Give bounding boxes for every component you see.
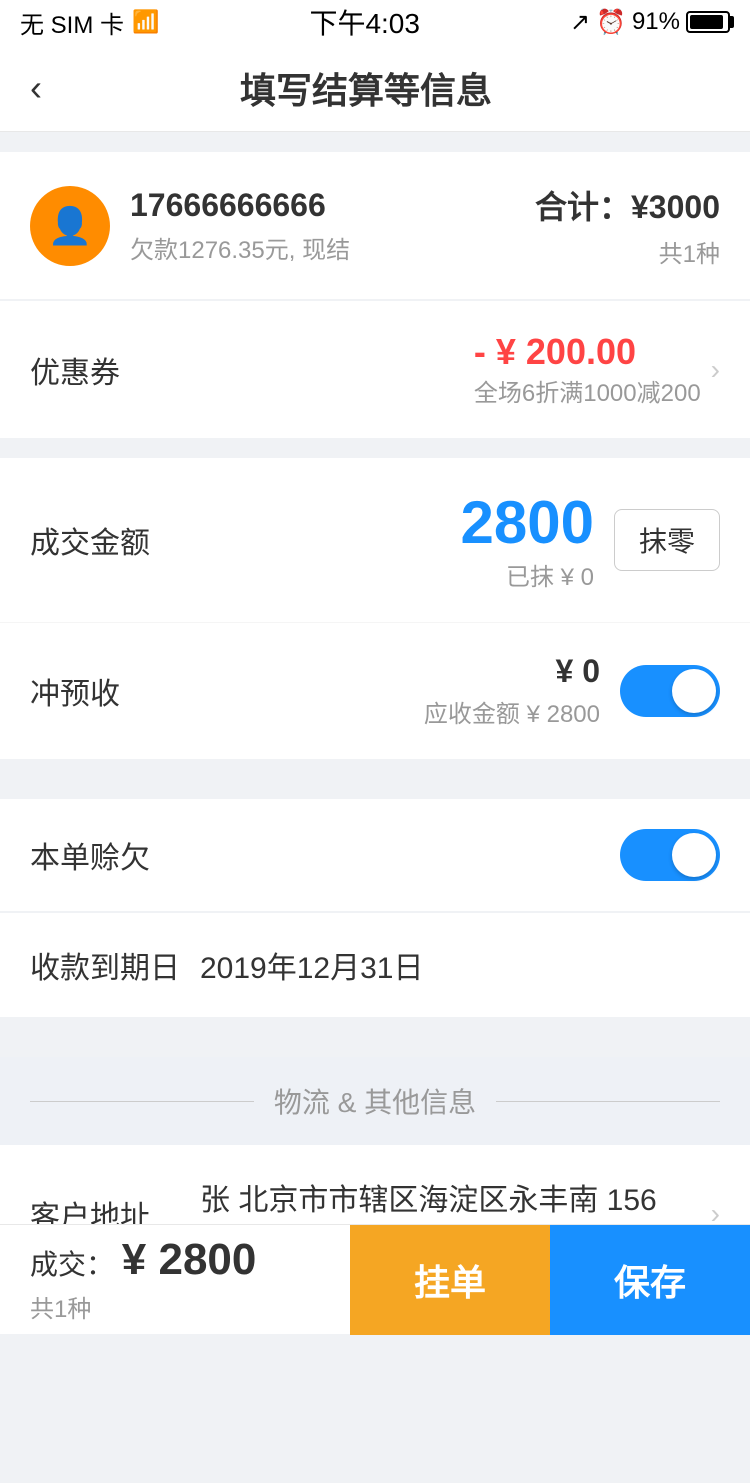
wifi-icon: 📶 bbox=[132, 9, 159, 35]
due-date-row: 收款到期日 2019年12月31日 bbox=[0, 913, 750, 1017]
logistics-header: 物流 & 其他信息 bbox=[0, 1057, 750, 1145]
logistics-text: 物流 & 其他信息 bbox=[254, 1081, 496, 1121]
carrier-label: 无 SIM 卡 bbox=[20, 5, 124, 40]
round-button[interactable]: 抹零 bbox=[614, 509, 720, 571]
customer-info: 17666666666 欠款1276.35元, 现结 bbox=[130, 187, 350, 265]
coupon-chevron-icon: › bbox=[711, 354, 720, 386]
pre-receive-right: ¥ 0 应收金额 ¥ 2800 bbox=[424, 653, 720, 729]
bottom-bar: 成交： ¥ 2800 共1种 挂单 保存 bbox=[0, 1224, 750, 1334]
logistics-line-left bbox=[30, 1101, 254, 1102]
arrears-label: 本单赊欠 bbox=[30, 833, 150, 877]
coupon-discount: - ¥ 200.00 bbox=[474, 331, 701, 373]
nav-bar: ‹ 填写结算等信息 bbox=[0, 44, 750, 132]
clock-icon: ⏰ bbox=[596, 8, 626, 37]
toggle-knob bbox=[672, 669, 716, 713]
due-date-label: 收款到期日 bbox=[30, 943, 180, 987]
section-divider-2 bbox=[0, 759, 750, 779]
due-date-value: 2019年12月31日 bbox=[200, 943, 423, 987]
pre-receive-toggle[interactable] bbox=[620, 665, 720, 717]
customer-phone: 17666666666 bbox=[130, 187, 350, 224]
deal-amount-sub: 已抹 ¥ 0 bbox=[461, 557, 594, 592]
deal-section: 成交金额 2800 已抹 ¥ 0 抹零 冲预收 ¥ 0 应收金额 ¥ 2800 bbox=[0, 458, 750, 759]
pre-receive-label: 冲预收 bbox=[30, 669, 120, 713]
section-divider-1 bbox=[0, 438, 750, 458]
bottom-deal-row: 成交： ¥ 2800 bbox=[30, 1235, 320, 1285]
pre-receive-row: 冲预收 ¥ 0 应收金额 ¥ 2800 bbox=[0, 623, 750, 759]
customer-right: 合计：¥3000 共1种 bbox=[535, 182, 720, 269]
arrears-row: 本单赊欠 bbox=[0, 799, 750, 911]
hang-button-label: 挂单 bbox=[414, 1254, 486, 1306]
deal-amount-row: 成交金额 2800 已抹 ¥ 0 抹零 bbox=[0, 458, 750, 623]
bottom-count: 共1种 bbox=[30, 1289, 320, 1324]
deal-right: 2800 已抹 ¥ 0 抹零 bbox=[461, 488, 721, 592]
bottom-deal-amount: ¥ 2800 bbox=[122, 1235, 257, 1284]
battery-icon bbox=[686, 11, 730, 33]
coupon-row[interactable]: 优惠券 - ¥ 200.00 全场6折满1000减200 › bbox=[0, 301, 750, 438]
pre-amount-value: ¥ 0 bbox=[424, 653, 600, 690]
customer-desc: 欠款1276.35元, 现结 bbox=[130, 230, 350, 265]
avatar: 👤 bbox=[30, 186, 110, 266]
bottom-summary: 成交： ¥ 2800 共1种 bbox=[0, 1235, 350, 1324]
coupon-label: 优惠券 bbox=[30, 348, 120, 392]
battery-percent: 91% bbox=[632, 8, 680, 36]
logistics-line-right bbox=[496, 1101, 720, 1102]
avatar-icon: 👤 bbox=[48, 205, 93, 247]
pre-receive-amount: ¥ 0 应收金额 ¥ 2800 bbox=[424, 653, 600, 729]
coupon-desc: 全场6折满1000减200 bbox=[474, 373, 701, 408]
arrears-toggle[interactable] bbox=[620, 829, 720, 881]
hang-button[interactable]: 挂单 bbox=[350, 1225, 550, 1335]
status-bar: 无 SIM 卡 📶 下午4:03 ↗ ⏰ 91% bbox=[0, 0, 750, 44]
section-divider-3 bbox=[0, 1017, 750, 1037]
deal-amount-label: 成交金额 bbox=[30, 518, 150, 562]
status-left: 无 SIM 卡 📶 bbox=[20, 5, 159, 40]
location-icon: ↗ bbox=[570, 8, 590, 37]
total-amount: 合计：¥3000 bbox=[535, 182, 720, 228]
deal-amount-value: 2800 bbox=[461, 488, 594, 557]
save-button[interactable]: 保存 bbox=[550, 1225, 750, 1335]
page-title: 填写结算等信息 bbox=[72, 62, 660, 114]
customer-left: 👤 17666666666 欠款1276.35元, 现结 bbox=[30, 186, 350, 266]
time-label: 下午4:03 bbox=[309, 2, 420, 42]
total-count: 共1种 bbox=[535, 234, 720, 269]
coupon-right: - ¥ 200.00 全场6折满1000减200 › bbox=[474, 331, 720, 408]
bottom-deal-prefix: 成交： bbox=[30, 1249, 114, 1280]
status-right: ↗ ⏰ 91% bbox=[570, 8, 730, 37]
back-button[interactable]: ‹ bbox=[30, 67, 42, 109]
pre-amount-sub: 应收金额 ¥ 2800 bbox=[424, 694, 600, 729]
arrears-toggle-knob bbox=[672, 833, 716, 877]
customer-card: 👤 17666666666 欠款1276.35元, 现结 合计：¥3000 共1… bbox=[0, 152, 750, 299]
battery-fill bbox=[690, 15, 723, 29]
save-button-label: 保存 bbox=[614, 1254, 686, 1306]
